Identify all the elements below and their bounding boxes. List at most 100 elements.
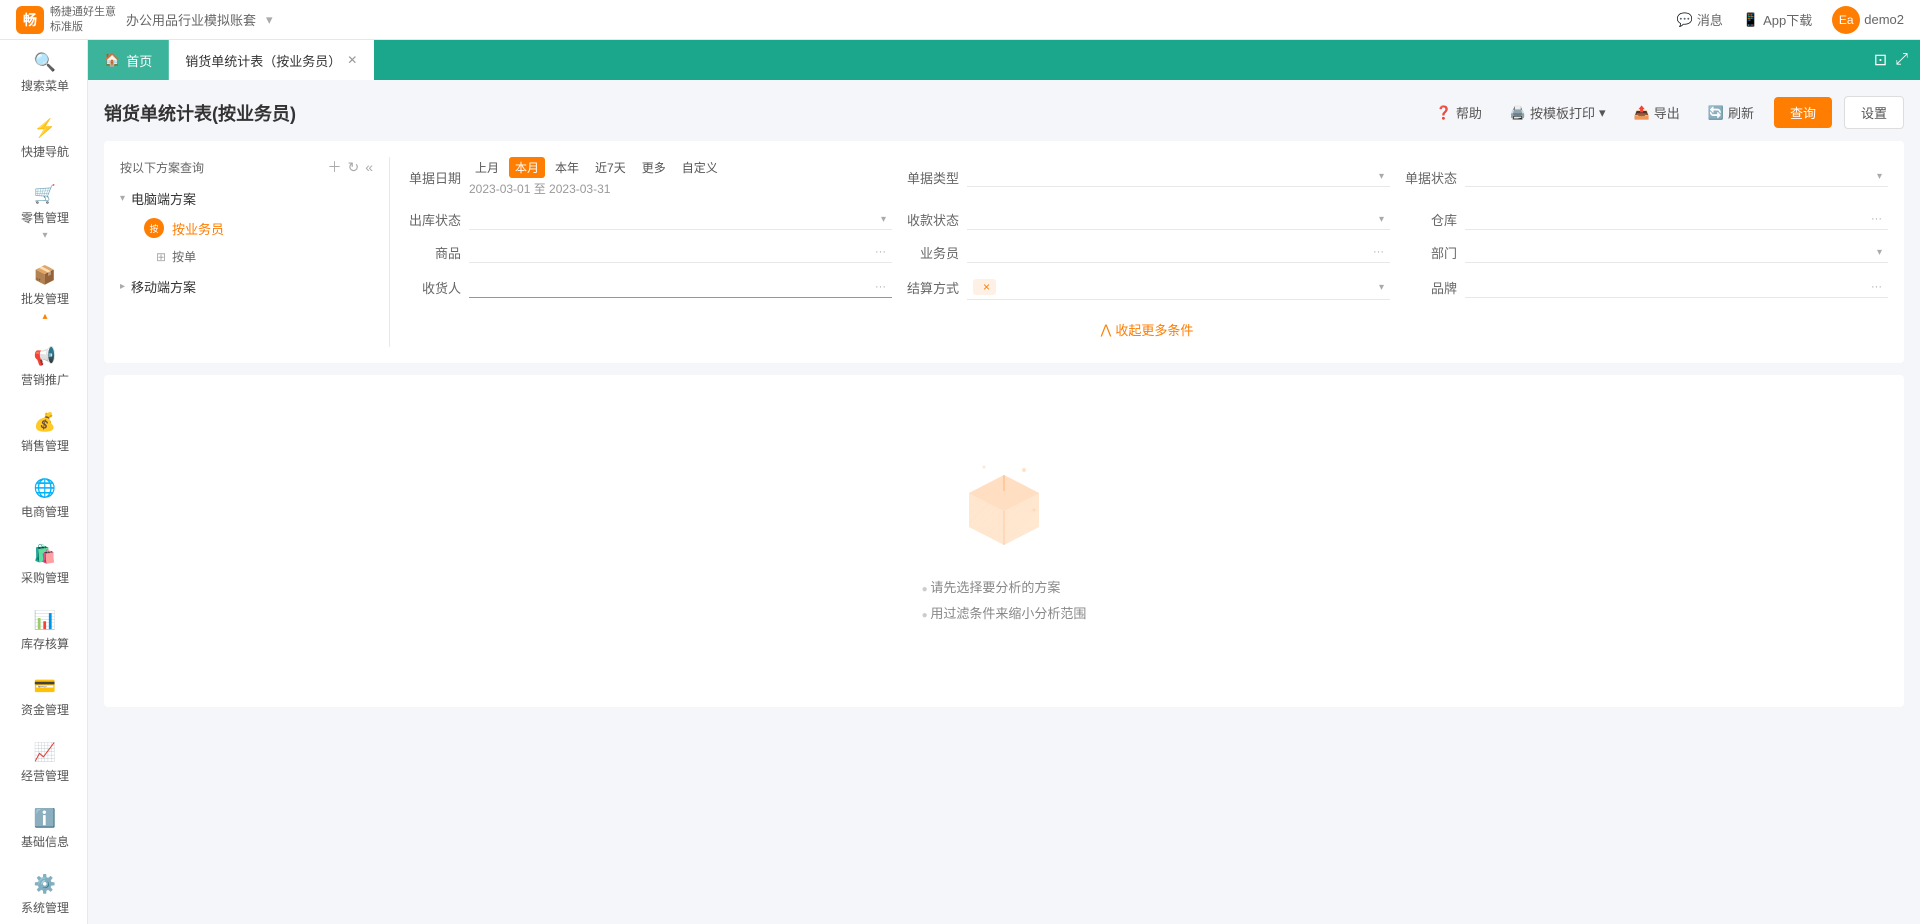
app-download-btn[interactable]: 📱 App下载	[1743, 10, 1812, 29]
page-header: 销货单统计表(按业务员) ❓ 帮助 🖨️ 按模板打印 ▾ 📤	[104, 96, 1904, 129]
message-btn[interactable]: 💬 消息	[1677, 10, 1723, 29]
top-title: 办公用品行业模拟账套	[126, 10, 256, 29]
sidebar-item-quick-nav[interactable]: ⚡ 快捷导航	[0, 106, 87, 172]
salesperson-more-icon: ···	[1373, 246, 1384, 258]
filter-panel: 按以下方案查询 ＋ ↻ « ▾	[104, 141, 1904, 363]
consignee-control[interactable]: ···	[469, 277, 892, 298]
sidebar-item-purchase[interactable]: 🛍️ 采购管理	[0, 532, 87, 598]
purchase-icon: 🛍️	[34, 544, 56, 565]
sub-scheme-item-by-order[interactable]: ⊞ 按单	[120, 244, 373, 269]
date-tab-last-7-days[interactable]: 近7天	[589, 157, 632, 178]
consignee-more-icon: ···	[875, 281, 886, 293]
tab-close-icon[interactable]: ✕	[347, 53, 357, 67]
date-tab-this-year[interactable]: 本年	[549, 157, 585, 178]
sidebar-item-basic[interactable]: ℹ️ 基础信息	[0, 796, 87, 862]
warehouse-control[interactable]: ···	[1465, 209, 1888, 230]
tab-maximize-icon[interactable]: ⤢	[1895, 51, 1908, 69]
refresh-scheme-icon[interactable]: ↻	[347, 159, 359, 176]
sidebar: 🔍 搜索菜单 ⚡ 快捷导航 🛒 零售管理 ▾ 📦 批发管理 ▴ 📢 营销推广	[0, 40, 88, 924]
date-tab-more[interactable]: 更多	[636, 157, 672, 178]
sidebar-item-marketing[interactable]: 📢 营销推广	[0, 334, 87, 400]
refresh-btn[interactable]: 🔄 刷新	[1700, 99, 1762, 126]
sidebar-item-sales[interactable]: 💰 销售管理	[0, 400, 87, 466]
scheme-item-by-salesperson[interactable]: 按 按业务员	[120, 212, 373, 244]
query-button[interactable]: 查询	[1774, 97, 1832, 128]
ecommerce-icon: 🌐	[34, 478, 56, 499]
sidebar-item-search[interactable]: 🔍 搜索菜单	[0, 40, 87, 106]
filter-field-stock-status: 出库状态 ▾	[406, 209, 892, 230]
add-scheme-icon[interactable]: ＋	[327, 157, 341, 177]
empty-state: 请先选择要分析的方案 用过滤条件来缩小分析范围	[104, 375, 1904, 707]
sidebar-item-wholesale[interactable]: 📦 批发管理 ▴	[0, 253, 87, 334]
sidebar-item-ecommerce[interactable]: 🌐 电商管理	[0, 466, 87, 532]
date-filter-control: 上月 本月 本年 近7天 更多 自定义 2023-03-01 至 20	[469, 157, 892, 197]
avatar: Ea	[1832, 6, 1860, 34]
top-bar: 畅 畅捷通好生意 标准版 办公用品行业模拟账套 ▾ 💬 消息 📱 App下载 E…	[0, 0, 1920, 40]
goods-control[interactable]: ···	[469, 242, 892, 263]
dept-arrow-icon: ▾	[1877, 247, 1882, 258]
system-icon: ⚙️	[34, 874, 56, 895]
date-tabs: 上月 本月 本年 近7天 更多 自定义	[469, 157, 892, 178]
filter-field-goods: 商品 ···	[406, 242, 892, 263]
doc-status-arrow-icon: ▾	[1877, 171, 1882, 182]
empty-illustration	[954, 455, 1054, 555]
filter-row-3: 商品 ··· 业务员	[406, 242, 1888, 263]
sidebar-item-operation[interactable]: 📈 经营管理	[0, 730, 87, 796]
warehouse-more-icon: ···	[1871, 213, 1882, 225]
filter-field-dept: 部门 ▾	[1402, 242, 1888, 263]
inventory-icon: 📊	[34, 610, 56, 631]
filter-field-date: 单据日期 上月 本月 本年 近7天 更多	[406, 157, 892, 197]
stock-status-control[interactable]: ▾	[469, 210, 892, 230]
settlement-tag-close[interactable]: ×	[983, 280, 990, 294]
scheme-group-mobile-header[interactable]: ▸ 移动端方案	[120, 273, 373, 300]
logo-text: 畅捷通好生意 标准版	[50, 5, 116, 34]
help-btn[interactable]: ❓ 帮助	[1428, 99, 1490, 126]
date-tab-last-month[interactable]: 上月	[469, 157, 505, 178]
filter-rows: 单据日期 上月 本月 本年 近7天 更多	[406, 157, 1888, 347]
collapse-up-icon: ⋀	[1101, 322, 1112, 338]
top-bar-right: 💬 消息 📱 App下载 Ea demo2	[1677, 6, 1904, 34]
finance-icon: 💳	[34, 676, 56, 697]
empty-tip-1: 请先选择要分析的方案	[922, 575, 1087, 601]
template-print-btn[interactable]: 🖨️ 按模板打印 ▾	[1502, 99, 1614, 126]
chevron-up-icon: ▴	[42, 311, 47, 322]
page-content: 销货单统计表(按业务员) ❓ 帮助 🖨️ 按模板打印 ▾ 📤	[88, 80, 1920, 924]
sidebar-item-inventory[interactable]: 📊 库存核算	[0, 598, 87, 664]
export-btn[interactable]: 📤 导出	[1626, 99, 1688, 126]
collapse-btn[interactable]: ⋀ 收起更多条件	[1093, 312, 1202, 347]
user-area[interactable]: Ea demo2	[1832, 6, 1904, 34]
date-tab-custom[interactable]: 自定义	[676, 157, 724, 178]
settlement-control[interactable]: × ▾	[967, 275, 1390, 300]
retail-icon: 🛒	[34, 184, 56, 205]
payment-status-arrow-icon: ▾	[1379, 214, 1384, 225]
filter-field-warehouse: 仓库 ···	[1402, 209, 1888, 230]
sidebar-item-retail[interactable]: 🛒 零售管理 ▾	[0, 172, 87, 253]
tab-home[interactable]: 🏠 首页	[88, 40, 169, 80]
tab-sales-stat[interactable]: 销货单统计表（按业务员） ✕	[169, 40, 374, 80]
filter-field-doc-type: 单据类型 ▾	[904, 157, 1390, 197]
sidebar-item-finance[interactable]: 💳 资金管理	[0, 664, 87, 730]
payment-status-control[interactable]: ▾	[967, 210, 1390, 230]
doc-type-control[interactable]: ▾	[967, 167, 1390, 187]
brand-control[interactable]: ···	[1465, 277, 1888, 298]
export-icon: 📤	[1634, 105, 1650, 121]
page-actions: ❓ 帮助 🖨️ 按模板打印 ▾ 📤 导出 �	[1428, 96, 1904, 129]
scheme-group-desktop-header[interactable]: ▾ 电脑端方案	[120, 185, 373, 212]
tab-minimize-icon[interactable]: ⊡	[1874, 50, 1887, 70]
date-tab-this-month[interactable]: 本月	[509, 157, 545, 178]
settings-button[interactable]: 设置	[1844, 96, 1904, 129]
doc-status-control[interactable]: ▾	[1465, 167, 1888, 187]
empty-tips: 请先选择要分析的方案 用过滤条件来缩小分析范围	[922, 575, 1087, 627]
search-icon: 🔍	[34, 52, 56, 73]
goods-more-icon: ···	[875, 246, 886, 258]
filter-field-settlement: 结算方式 × ▾	[904, 275, 1390, 300]
top-title-dropdown[interactable]: ▾	[266, 12, 273, 28]
sidebar-item-system[interactable]: ⚙️ 系统管理	[0, 862, 87, 924]
wholesale-icon: 📦	[34, 265, 56, 286]
filter-field-brand: 品牌 ···	[1402, 275, 1888, 300]
dept-control[interactable]: ▾	[1465, 243, 1888, 263]
filter-field-doc-status: 单据状态 ▾	[1402, 157, 1888, 197]
collapse-scheme-icon[interactable]: «	[365, 159, 373, 175]
salesperson-control[interactable]: ···	[967, 242, 1390, 263]
home-icon: 🏠	[104, 52, 120, 68]
